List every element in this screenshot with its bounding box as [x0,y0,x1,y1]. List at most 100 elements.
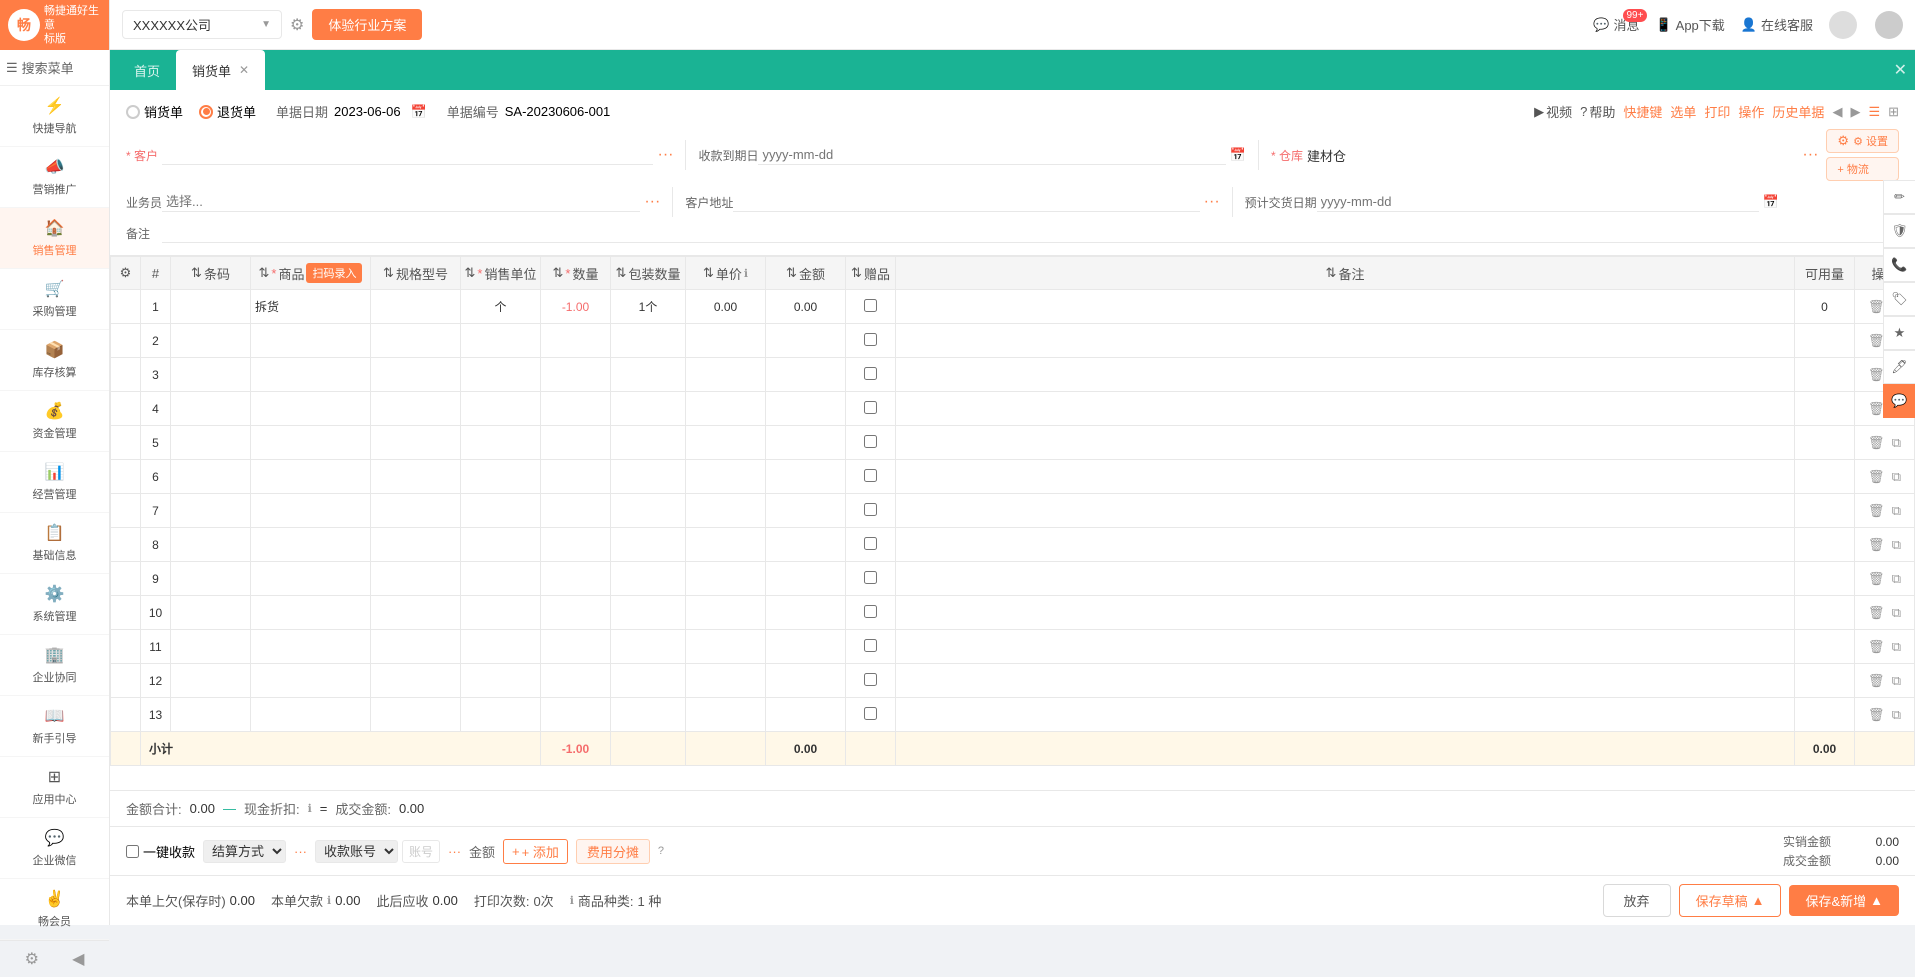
company-select[interactable]: XXXXXX公司 ▼ [122,10,282,39]
tabbar-close-icon[interactable]: ✕ [1894,60,1907,80]
row-goods-cell[interactable] [251,698,371,732]
row-unit-cell[interactable] [461,698,541,732]
delete-row-icon[interactable]: 🗑 [1868,639,1885,654]
copy-row-icon[interactable]: ⧉ [1892,639,1901,654]
row-goods-cell[interactable] [251,562,371,596]
row-gift-cell[interactable] [846,664,896,698]
delete-row-icon[interactable]: 🗑 [1868,299,1885,314]
row-qty-cell[interactable] [541,358,611,392]
table-row[interactable]: 6 🗑 ⧉ [111,460,1915,494]
row-unit-cell[interactable] [461,630,541,664]
row-barcode-cell[interactable] [171,664,251,698]
row-pkg-cell[interactable] [611,698,686,732]
delete-row-icon[interactable]: 🗑 [1868,469,1885,484]
expense-button[interactable]: 费用分摊 [576,839,650,864]
row-remark-cell[interactable] [896,426,1795,460]
copy-row-icon[interactable]: ⧉ [1892,673,1901,688]
row-barcode-cell[interactable] [171,698,251,732]
radio-sales-bill[interactable]: 销货单 [126,102,183,121]
gift-checkbox[interactable] [864,673,877,686]
sidebar-item-app-center[interactable]: ⊞ 应用中心 [0,757,109,818]
copy-row-icon[interactable]: ⧉ [1892,435,1901,450]
right-float-pen-btn[interactable]: 🖊 [1883,350,1915,384]
gift-checkbox[interactable] [864,299,877,312]
right-float-shield-btn[interactable]: 🛡 [1883,214,1915,248]
sort-pkg-icon[interactable]: ⇅ [616,265,627,281]
row-unit-cell[interactable] [461,358,541,392]
row-price-cell[interactable]: 0.00 [686,290,766,324]
row-goods-cell[interactable] [251,528,371,562]
row-qty-cell[interactable] [541,562,611,596]
gift-checkbox[interactable] [864,639,877,652]
select-btn[interactable]: 选单 [1670,102,1696,121]
row-pkg-cell[interactable] [611,494,686,528]
sort-spec-icon[interactable]: ⇅ [383,265,394,281]
row-pkg-cell[interactable] [611,562,686,596]
delete-row-icon[interactable]: 🗑 [1868,571,1885,586]
row-remark-cell[interactable] [896,596,1795,630]
row-goods-cell[interactable] [251,392,371,426]
shortcut-btn[interactable]: 快捷键 [1623,102,1662,121]
row-pkg-cell[interactable] [611,596,686,630]
row-price-cell[interactable] [686,562,766,596]
row-spec-cell[interactable] [371,426,461,460]
service-button[interactable]: 👤 在线客服 [1741,15,1813,34]
row-qty-cell[interactable] [541,630,611,664]
row-price-cell[interactable] [686,630,766,664]
sort-remark-icon[interactable]: ⇅ [1326,265,1337,281]
sidebar-item-operations[interactable]: 📊 经营管理 [0,452,109,513]
date-calendar-icon[interactable]: 📅 [411,104,427,120]
row-gift-cell[interactable] [846,562,896,596]
row-remark-cell[interactable] [896,528,1795,562]
row-gift-cell[interactable] [846,596,896,630]
delete-row-icon[interactable]: 🗑 [1868,333,1885,348]
copy-row-icon[interactable]: ⧉ [1892,537,1901,552]
customer-addr-dots-icon[interactable]: ··· [1204,193,1220,211]
row-pkg-cell[interactable] [611,630,686,664]
gift-checkbox[interactable] [864,469,877,482]
table-row[interactable]: 7 🗑 ⧉ [111,494,1915,528]
row-amount-cell[interactable]: 0.00 [766,290,846,324]
tab-home[interactable]: 首页 [118,50,176,90]
sidebar-item-system[interactable]: ⚙️ 系统管理 [0,574,109,635]
row-remark-cell[interactable] [896,358,1795,392]
gift-checkbox[interactable] [864,401,877,414]
operate-btn[interactable]: 操作 [1738,102,1764,121]
grid-view-icon[interactable]: ☰ [1868,104,1880,120]
row-price-cell[interactable] [686,460,766,494]
row-qty-cell[interactable] [541,460,611,494]
row-barcode-cell[interactable] [171,358,251,392]
row-qty-cell[interactable] [541,392,611,426]
right-float-tag-btn[interactable]: 🏷 [1883,282,1915,316]
expense-info-icon[interactable]: ? [658,845,664,857]
sidebar-item-purchase[interactable]: 🛒 采购管理 [0,269,109,330]
sidebar-item-finance[interactable]: 💰 资金管理 [0,391,109,452]
customer-input[interactable] [162,145,653,165]
row-gift-cell[interactable] [846,392,896,426]
sort-barcode-icon[interactable]: ⇅ [191,265,202,281]
row-gift-cell[interactable] [846,630,896,664]
pay-account-select[interactable]: 收款账号 [315,840,398,863]
copy-row-icon[interactable]: ⧉ [1892,571,1901,586]
row-spec-cell[interactable] [371,562,461,596]
row-pkg-cell[interactable]: 1个 [611,290,686,324]
owe2-info-icon[interactable]: ℹ [327,894,331,907]
customer-dots-icon[interactable]: ··· [657,146,673,164]
warehouse-dots-icon[interactable]: ··· [1802,146,1818,164]
right-float-phone-btn[interactable]: 📞 [1883,248,1915,282]
sort-gift-icon[interactable]: ⇅ [851,265,862,281]
avatar[interactable] [1829,11,1857,39]
row-unit-cell[interactable] [461,324,541,358]
history-btn[interactable]: 历史单据 [1772,102,1824,121]
row-pkg-cell[interactable] [611,358,686,392]
row-unit-cell[interactable] [461,494,541,528]
row-goods-cell[interactable] [251,324,371,358]
sort-amount-icon[interactable]: ⇅ [786,265,797,281]
row-unit-cell[interactable] [461,562,541,596]
row-barcode-cell[interactable] [171,562,251,596]
sidebar-search[interactable]: ☰ 搜索菜单 [0,50,109,86]
row-amount-cell[interactable] [766,630,846,664]
row-spec-cell[interactable] [371,664,461,698]
row-amount-cell[interactable] [766,698,846,732]
app-download-button[interactable]: 📱 App下载 [1655,15,1724,34]
